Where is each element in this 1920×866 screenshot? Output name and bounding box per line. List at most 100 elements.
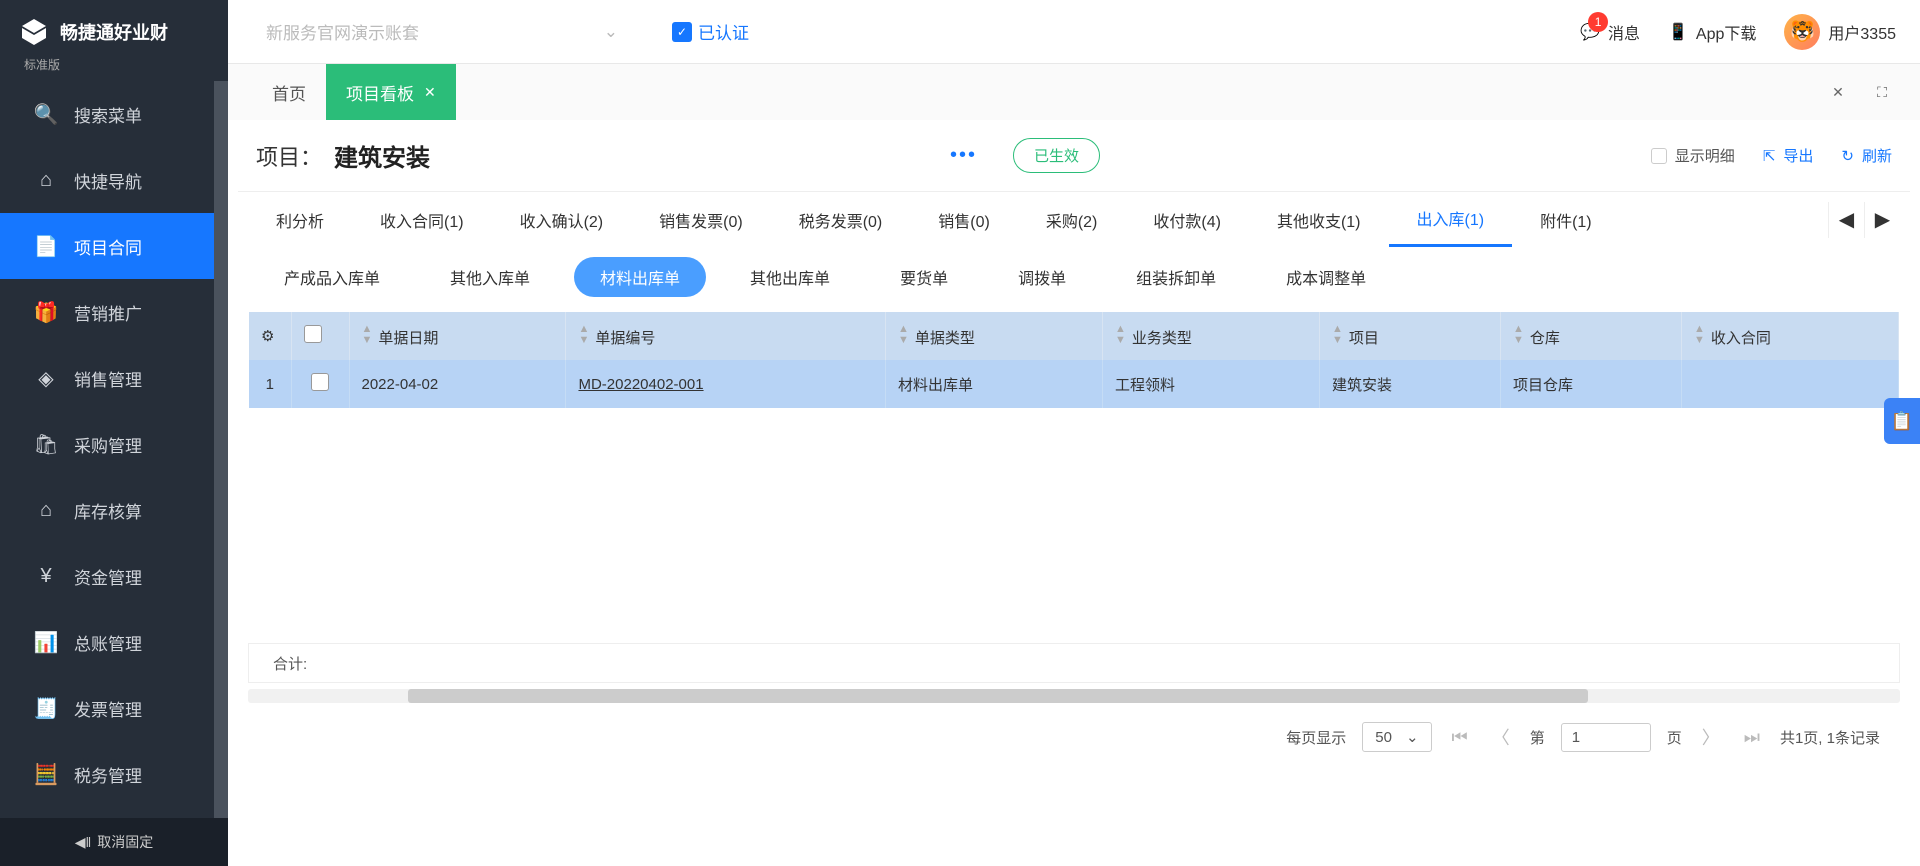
subtab-3[interactable]: 销售发票(0) [631,192,771,247]
col-6[interactable]: ▲▼收入合同 [1681,312,1898,360]
sidebar-item-2[interactable]: 📄项目合同 [0,213,228,279]
menu-icon: 📄 [34,234,58,258]
menu-icon: ⌂ [34,168,58,192]
page-tabs: 首页 项目看板 ✕ ✕ ⛶ [228,64,1920,120]
gear-icon[interactable]: ⚙ [249,312,291,360]
menu-icon: ¥ [34,564,58,588]
subtab2-3[interactable]: 其他出库单 [724,257,856,297]
close-all-button[interactable]: ✕ [1824,78,1852,106]
table-row[interactable]: 12022-04-02MD-20220402-001材料出库单工程领料建筑安装项… [249,360,1899,408]
pagination: 每页显示 50 ⌄ ⏮ 〈 第 1 页 〉 ⏭ 共1页, 1条记录 [228,711,1920,763]
sort-icon: ▲▼ [898,324,909,346]
subtab-2[interactable]: 收入确认(2) [492,192,632,247]
more-icon[interactable]: ••• [950,144,977,167]
help-fab[interactable]: 📋 [1884,398,1920,444]
brand-name: 畅捷通好业财 [60,19,168,45]
sidebar: 畅捷通好业财 标准版 🔍搜索菜单⌂快捷导航📄项目合同🎁营销推广◈销售管理🛍采购管… [0,0,228,866]
h-scrollbar[interactable] [248,689,1900,703]
messages-button[interactable]: 💬 1 消息 [1580,20,1640,44]
col-4[interactable]: ▲▼项目 [1319,312,1500,360]
verified-badge: ✓ 已认证 [672,19,749,44]
subtab2-7[interactable]: 成本调整单 [1260,257,1392,297]
subtab-6[interactable]: 采购(2) [1018,192,1126,247]
project-header: 项目： 建筑安装 ••• 已生效 显示明细 ⇱ 导出 ↻ 刷新 [228,120,1920,191]
col-5[interactable]: ▲▼仓库 [1500,312,1681,360]
refresh-icon: ↻ [1841,147,1854,165]
brand-edition: 标准版 [0,56,228,73]
sort-icon: ▲▼ [362,324,373,346]
subtab2-0[interactable]: 产成品入库单 [258,257,406,297]
last-page-button[interactable]: ⏭ [1740,727,1764,748]
avatar-icon: 🐯 [1784,14,1820,50]
fullscreen-button[interactable]: ⛶ [1868,78,1896,106]
arrow-left-icon: ◀‖ [75,834,92,851]
tenant-select[interactable]: 新服务官网演示账套 ⌄ [252,13,632,51]
sidebar-item-3[interactable]: 🎁营销推广 [0,279,228,345]
col-3[interactable]: ▲▼业务类型 [1103,312,1320,360]
subtab-4[interactable]: 税务发票(0) [771,192,911,247]
sidebar-item-1[interactable]: ⌂快捷导航 [0,147,228,213]
col-1[interactable]: ▲▼单据编号 [566,312,886,360]
sidebar-item-10[interactable]: 🧮税务管理 [0,741,228,807]
doc-link[interactable]: MD-20220402-001 [578,376,703,393]
row-checkbox[interactable] [311,373,329,391]
project-name: 建筑安装 [334,138,430,173]
subtab-8[interactable]: 其他收支(1) [1249,192,1389,247]
subtab2-5[interactable]: 调拨单 [992,257,1092,297]
logo: 畅捷通好业财 [0,0,228,64]
subtab2-4[interactable]: 要货单 [874,257,974,297]
download-button[interactable]: 📱 App下载 [1668,20,1756,44]
chevron-down-icon: ⌄ [604,22,618,42]
tab-project-board[interactable]: 项目看板 ✕ [326,64,456,120]
close-icon[interactable]: ✕ [424,84,436,101]
export-icon: ⇱ [1763,147,1776,165]
subtab2-1[interactable]: 其他入库单 [424,257,556,297]
chevron-down-icon: ⌄ [1406,728,1419,746]
menu-icon: 🛍 [34,432,58,456]
refresh-button[interactable]: ↻ 刷新 [1841,145,1892,166]
subtab2-6[interactable]: 组装拆卸单 [1110,257,1242,297]
subtab-1[interactable]: 收入合同(1) [352,192,492,247]
sidebar-item-9[interactable]: 🧾发票管理 [0,675,228,741]
sub-tabs-2: 产成品入库单其他入库单材料出库单其他出库单要货单调拨单组装拆卸单成本调整单 [238,247,1910,307]
show-detail-checkbox[interactable]: 显示明细 [1651,145,1735,166]
tab-home[interactable]: 首页 [252,64,326,120]
sort-icon: ▲▼ [1513,324,1524,346]
page-input[interactable]: 1 [1561,723,1651,752]
subtab-10[interactable]: 附件(1) [1512,192,1620,247]
user-menu[interactable]: 🐯 用户3355 [1784,14,1896,50]
sidebar-item-4[interactable]: ◈销售管理 [0,345,228,411]
prev-page-button[interactable]: 〈 [1488,724,1514,750]
menu-icon: 🧾 [34,696,58,720]
checkbox-icon [1651,148,1667,164]
subtab-5[interactable]: 销售(0) [910,192,1018,247]
col-0[interactable]: ▲▼单据日期 [349,312,566,360]
sidebar-item-8[interactable]: 📊总账管理 [0,609,228,675]
sidebar-item-0[interactable]: 🔍搜索菜单 [0,81,228,147]
subtab-7[interactable]: 收付款(4) [1125,192,1249,247]
sidebar-item-5[interactable]: 🛍采购管理 [0,411,228,477]
next-page-button[interactable]: 〉 [1698,724,1724,750]
col-2[interactable]: ▲▼单据类型 [886,312,1103,360]
sort-icon: ▲▼ [578,324,589,346]
subtab-0[interactable]: 利分析 [248,192,352,247]
subtab-9[interactable]: 出入库(1) [1389,192,1513,247]
tabs-prev-button[interactable]: ◀ [1828,202,1864,238]
menu-icon: ⌂ [34,498,58,522]
status-badge: 已生效 [1013,138,1100,173]
sort-icon: ▲▼ [1332,324,1343,346]
subtab2-2[interactable]: 材料出库单 [574,257,706,297]
page-size-select[interactable]: 50 ⌄ [1362,722,1431,752]
menu-icon: 🔍 [34,102,58,126]
sidebar-scrollbar[interactable] [214,81,228,818]
select-all-checkbox[interactable] [291,312,349,360]
tabs-next-button[interactable]: ▶ [1864,202,1900,238]
export-button[interactable]: ⇱ 导出 [1763,145,1814,166]
shield-icon: ✓ [672,22,692,42]
brand-icon [16,14,52,50]
toggle-pin-button[interactable]: ◀‖ 取消固定 [0,818,228,866]
sidebar-item-7[interactable]: ¥资金管理 [0,543,228,609]
first-page-button[interactable]: ⏮ [1448,727,1472,748]
project-label: 项目： [256,140,322,172]
sidebar-item-6[interactable]: ⌂库存核算 [0,477,228,543]
